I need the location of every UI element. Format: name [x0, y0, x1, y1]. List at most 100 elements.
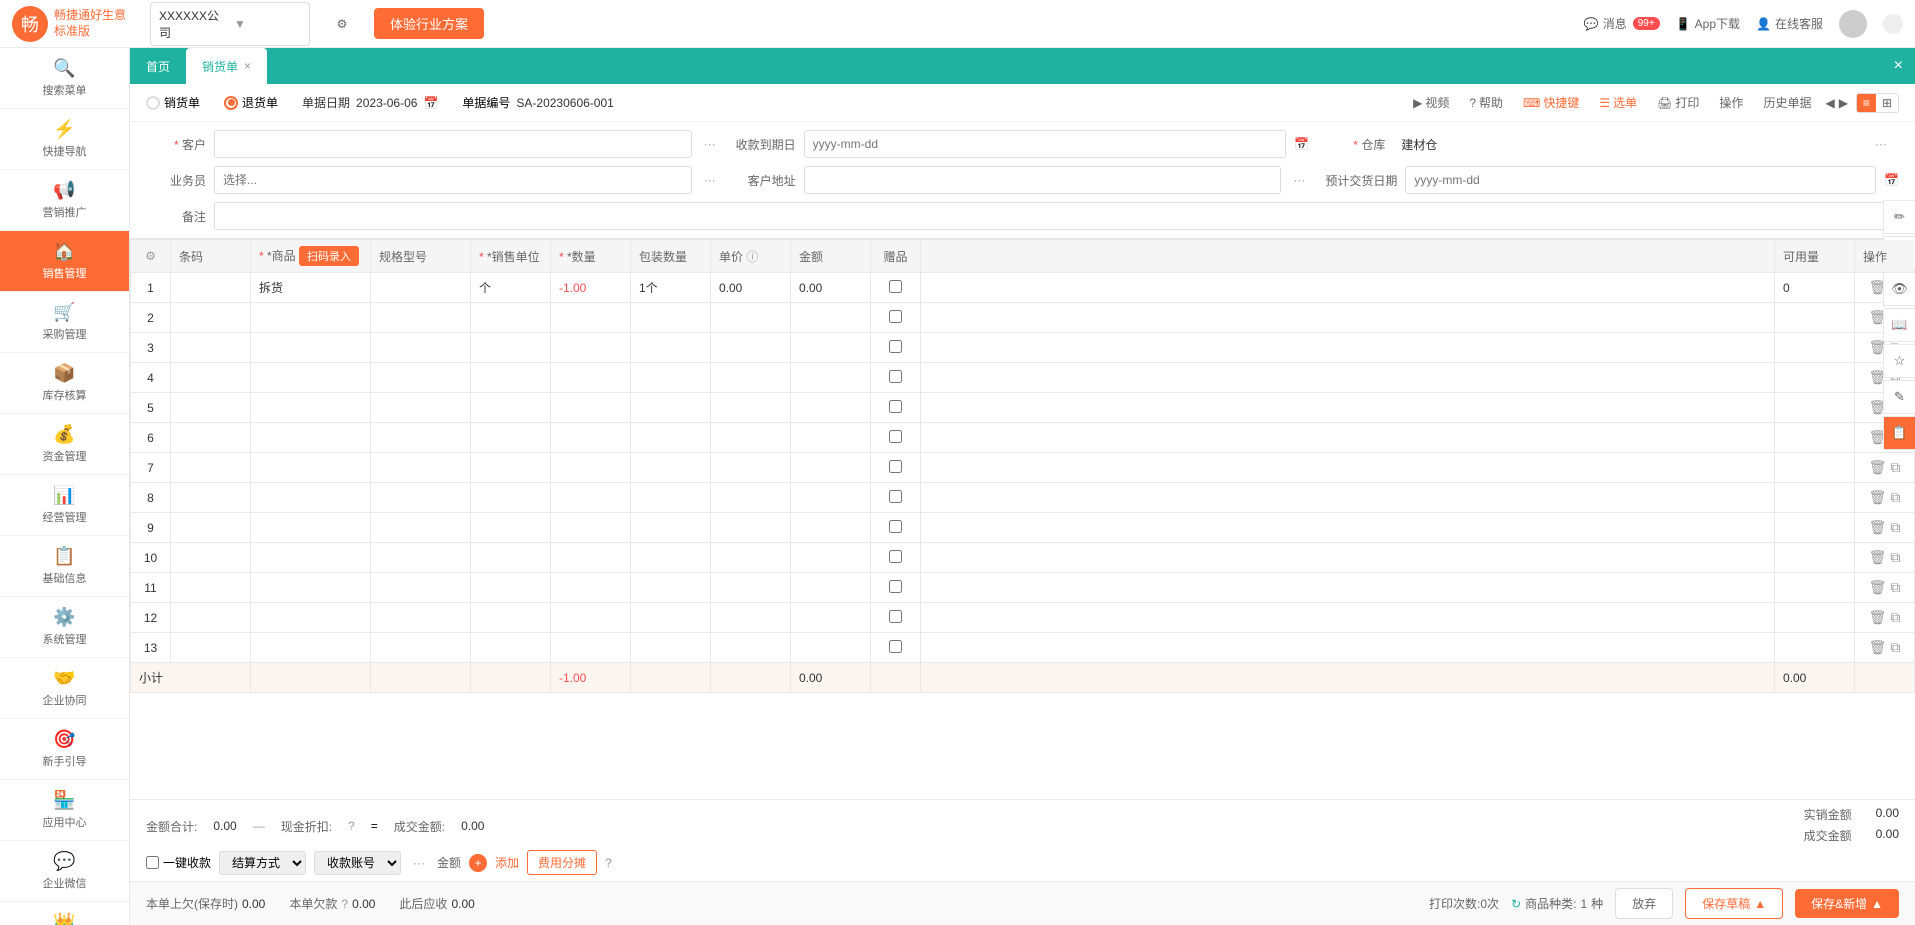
sidebar-item-enterprise[interactable]: 🤝 企业协同 — [0, 658, 129, 719]
gift-checkbox[interactable] — [889, 640, 902, 653]
sidebar-item-member[interactable]: 👑 畅会员 — [0, 902, 129, 925]
sidebar-item-system[interactable]: ⚙️ 系统管理 — [0, 597, 129, 658]
shortcut-btn[interactable]: ⌨ 快捷键 — [1517, 92, 1585, 113]
help-btn[interactable]: ? 帮助 — [1463, 92, 1509, 113]
salesman-more-icon[interactable]: ··· — [700, 173, 720, 187]
price-info-icon[interactable]: ⓘ — [746, 250, 758, 264]
gift-checkbox[interactable] — [889, 310, 902, 323]
sidebar-item-inventory[interactable]: 📦 库存核算 — [0, 353, 129, 414]
tab-sales-order[interactable]: 销货单 × — [186, 48, 267, 84]
one-click-pay-checkbox[interactable]: 一键收款 — [146, 854, 211, 871]
expense-help-icon[interactable]: ? — [605, 856, 612, 870]
delete-icon[interactable]: 🗑 — [1869, 519, 1887, 536]
list-view-btn[interactable]: ≡ — [1857, 94, 1876, 112]
sidebar-item-purchase[interactable]: 🛒 采购管理 — [0, 292, 129, 353]
copy-icon[interactable]: ⧉ — [1890, 489, 1900, 506]
avatar[interactable] — [1839, 10, 1867, 38]
history-btn[interactable]: 历史单据 — [1757, 92, 1817, 113]
salesman-input[interactable] — [214, 166, 692, 194]
copy-icon[interactable]: ⧉ — [1890, 459, 1900, 476]
gift-checkbox[interactable] — [889, 280, 902, 293]
return-order-radio[interactable]: 退货单 — [224, 94, 278, 111]
grid-view-btn[interactable]: ⊞ — [1876, 94, 1898, 112]
online-service-button[interactable]: 👤 在线客服 — [1756, 15, 1823, 32]
gift-checkbox[interactable] — [889, 370, 902, 383]
sidebar-item-wechat[interactable]: 💬 企业微信 — [0, 841, 129, 902]
remark-input[interactable] — [214, 202, 1899, 230]
scan-button[interactable]: 扫码录入 — [299, 246, 359, 266]
sales-order-radio[interactable]: 销货单 — [146, 94, 200, 111]
calendar-icon[interactable]: 📅 — [423, 96, 438, 110]
gift-checkbox[interactable] — [889, 610, 902, 623]
copy-icon[interactable]: ⧉ — [1890, 549, 1900, 566]
pay-method-select[interactable]: 结算方式 — [219, 851, 306, 875]
float-book-btn[interactable]: 📖 — [1883, 308, 1915, 342]
float-eye-btn[interactable]: 👁 — [1883, 272, 1915, 306]
float-star-btn[interactable]: ☆ — [1883, 344, 1915, 378]
save-new-button[interactable]: 保存&新增 ▲ — [1795, 889, 1899, 918]
main-close-icon[interactable]: × — [1882, 57, 1915, 75]
float-edit-btn[interactable]: ✏ — [1883, 200, 1915, 234]
expense-btn[interactable]: 费用分摊 — [527, 850, 597, 875]
tab-home[interactable]: 首页 — [130, 48, 186, 84]
sidebar-item-sales[interactable]: 🏠 销售管理 — [0, 231, 129, 292]
sidebar-item-guide[interactable]: 🎯 新手引导 — [0, 719, 129, 780]
settings-icon[interactable]: ⚙ — [326, 8, 358, 40]
customer-addr-more-icon[interactable]: ··· — [1289, 173, 1309, 187]
float-action-btn[interactable]: 📋 — [1883, 416, 1915, 450]
nav-next-icon[interactable]: ▶ — [1839, 96, 1848, 110]
select-btn[interactable]: ☰ 选单 — [1593, 92, 1643, 113]
expected-date-calendar-icon[interactable]: 📅 — [1884, 173, 1899, 187]
refresh-icon[interactable]: ↻ — [1511, 897, 1521, 911]
copy-icon[interactable]: ⧉ — [1890, 519, 1900, 536]
gift-checkbox[interactable] — [889, 580, 902, 593]
sidebar-item-operations[interactable]: 📊 经营管理 — [0, 475, 129, 536]
gift-checkbox[interactable] — [889, 520, 902, 533]
gift-checkbox[interactable] — [889, 490, 902, 503]
discount-info-icon[interactable]: ? — [348, 819, 355, 833]
owed-info-icon[interactable]: ? — [341, 897, 348, 911]
sidebar-item-marketing[interactable]: 📢 营销推广 — [0, 170, 129, 231]
warehouse-more-icon[interactable]: ··· — [1871, 137, 1891, 151]
delete-icon[interactable]: 🗑 — [1869, 579, 1887, 596]
expected-date-input[interactable] — [1405, 166, 1876, 194]
delete-icon[interactable]: 🗑 — [1869, 489, 1887, 506]
gift-checkbox[interactable] — [889, 430, 902, 443]
trial-button[interactable]: 体验行业方案 — [374, 8, 484, 39]
abandon-button[interactable]: 放弃 — [1615, 888, 1673, 919]
message-button[interactable]: 💬 消息 99+ — [1584, 15, 1660, 32]
customer-input[interactable] — [214, 130, 692, 158]
sidebar-item-quick-nav[interactable]: ⚡ 快捷导航 — [0, 109, 129, 170]
payment-due-input[interactable] — [804, 130, 1287, 158]
add-payment-button[interactable]: + — [469, 854, 487, 872]
print-btn[interactable]: 🖨 打印 — [1651, 92, 1705, 113]
draft-button[interactable]: 保存草稿 ▲ — [1685, 888, 1783, 919]
company-selector[interactable]: XXXXXX公司 ▼ — [150, 2, 310, 46]
delete-icon[interactable]: 🗑 — [1869, 549, 1887, 566]
video-btn[interactable]: ▶ 视频 — [1407, 92, 1455, 113]
table-settings-icon[interactable]: ⚙ — [145, 249, 156, 263]
customer-addr-input[interactable] — [804, 166, 1282, 194]
sidebar-item-basic[interactable]: 📋 基础信息 — [0, 536, 129, 597]
delete-icon[interactable]: 🗑 — [1869, 459, 1887, 476]
sidebar-item-search[interactable]: 🔍 搜索菜单 — [0, 48, 129, 109]
app-download-button[interactable]: 📱 App下载 — [1676, 15, 1740, 32]
copy-icon[interactable]: ⧉ — [1890, 579, 1900, 596]
sidebar-item-finance[interactable]: 💰 资金管理 — [0, 414, 129, 475]
nav-prev-icon[interactable]: ◀ — [1825, 96, 1834, 110]
sidebar-item-appstore[interactable]: 🏪 应用中心 — [0, 780, 129, 841]
operate-btn[interactable]: 操作 — [1713, 92, 1749, 113]
account-more-icon[interactable]: ··· — [409, 856, 429, 870]
delete-icon[interactable]: 🗑 — [1869, 639, 1887, 656]
tab-close-icon[interactable]: × — [244, 59, 251, 73]
gift-checkbox[interactable] — [889, 550, 902, 563]
gift-checkbox[interactable] — [889, 340, 902, 353]
pay-account-select[interactable]: 收款账号 — [314, 851, 401, 875]
copy-icon[interactable]: ⧉ — [1890, 639, 1900, 656]
payment-due-calendar-icon[interactable]: 📅 — [1294, 137, 1309, 151]
gift-checkbox[interactable] — [889, 460, 902, 473]
delete-icon[interactable]: 🗑 — [1869, 609, 1887, 626]
copy-icon[interactable]: ⧉ — [1890, 609, 1900, 626]
one-click-pay-check[interactable] — [146, 856, 159, 869]
float-pencil-btn[interactable]: ✎ — [1883, 380, 1915, 414]
